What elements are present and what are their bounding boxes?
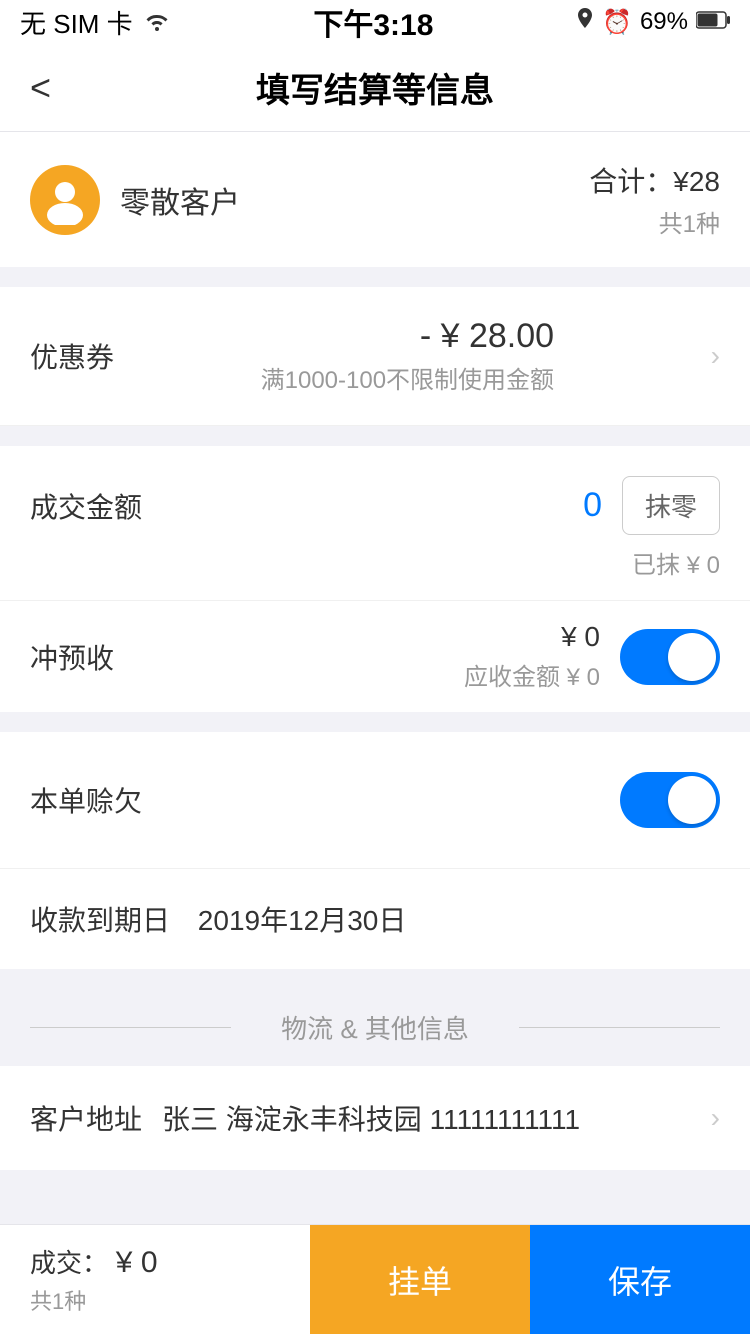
coupon-card: 优惠券 - ¥ 28.00 满1000-100不限制使用金额 ›	[0, 287, 750, 426]
coupon-sub: 满1000-100不限制使用金额	[261, 360, 554, 395]
customer-card: 零散客户 合计：¥28 共1种	[0, 132, 750, 267]
total-count: 共1种	[589, 204, 720, 239]
status-right: ⏰ 69%	[576, 8, 730, 37]
logistics-label: 物流 & 其他信息	[281, 1009, 469, 1046]
status-time: 下午3:18	[313, 0, 433, 44]
wifi-icon	[143, 7, 171, 38]
transaction-row: 成交金额 0 抹零	[0, 446, 750, 545]
round-off-button[interactable]: 抹零	[622, 476, 720, 535]
transaction-value: 0	[583, 486, 602, 525]
credit-card: 本单赊欠 收款到期日 2019年12月30日	[0, 732, 750, 969]
content: 零散客户 合计：¥28 共1种 优惠券 - ¥ 28.00 满1000-100不…	[0, 132, 750, 1310]
prepay-amount: ¥ 0	[464, 621, 600, 653]
bottom-deal-label: 成交：	[30, 1248, 108, 1278]
prepay-label: 冲预收	[30, 637, 114, 677]
credit-label: 本单赊欠	[30, 780, 142, 820]
transaction-right: 0 抹零	[583, 476, 720, 535]
address-card: 客户地址 张三 海淀永丰科技园 11111111111 ›	[0, 1066, 750, 1170]
nav-bar: < 填写结算等信息	[0, 44, 750, 132]
back-button[interactable]: <	[30, 67, 51, 109]
bottom-count: 共1种	[30, 1284, 280, 1316]
hold-button[interactable]: 挂单	[310, 1225, 530, 1334]
customer-left: 零散客户	[30, 165, 240, 235]
bottom-bar: 成交： ¥ 0 共1种 挂单 保存	[0, 1224, 750, 1334]
bottom-deal-row: 成交： ¥ 0	[30, 1243, 280, 1280]
prepay-sub: 应收金额 ¥ 0	[464, 657, 600, 692]
coupon-chevron-icon: ›	[711, 340, 720, 372]
address-label: 客户地址	[30, 1098, 142, 1138]
transaction-label: 成交金额	[30, 486, 142, 526]
coupon-discount: - ¥ 28.00	[261, 317, 554, 356]
coupon-right: - ¥ 28.00 满1000-100不限制使用金额	[261, 317, 554, 395]
location-icon	[576, 8, 594, 37]
coupon-label: 优惠券	[30, 336, 114, 376]
credit-row: 本单赊欠	[0, 732, 750, 868]
transaction-sub: 已抹 ¥ 0	[0, 545, 750, 600]
customer-right: 合计：¥28 共1种	[589, 160, 720, 239]
duedate-row: 收款到期日 2019年12月30日	[0, 868, 750, 969]
prepay-toggle[interactable]	[620, 629, 720, 685]
save-button[interactable]: 保存	[530, 1225, 750, 1334]
total-amount: 合计：¥28	[589, 160, 720, 200]
customer-row: 零散客户 合计：¥28 共1种	[0, 132, 750, 267]
customer-avatar	[30, 165, 100, 235]
address-value: 张三 海淀永丰科技园 11111111111	[162, 1098, 701, 1138]
address-row[interactable]: 客户地址 张三 海淀永丰科技园 11111111111 ›	[0, 1066, 750, 1170]
prepay-amounts: ¥ 0 应收金额 ¥ 0	[464, 621, 600, 692]
status-bar: 无 SIM 卡 下午3:18 ⏰ 69%	[0, 0, 750, 44]
duedate-value: 2019年12月30日	[198, 905, 407, 936]
prepay-row: 冲预收 ¥ 0 应收金额 ¥ 0	[0, 600, 750, 712]
carrier-label: 无 SIM 卡	[20, 4, 133, 41]
bottom-info: 成交： ¥ 0 共1种	[0, 1243, 310, 1316]
customer-name: 零散客户	[120, 178, 240, 222]
battery-label: 69%	[640, 8, 688, 36]
coupon-row[interactable]: 优惠券 - ¥ 28.00 满1000-100不限制使用金额 ›	[0, 287, 750, 426]
logistics-header: 物流 & 其他信息	[0, 989, 750, 1066]
battery-icon	[696, 8, 730, 36]
status-left: 无 SIM 卡	[20, 4, 171, 41]
duedate-label: 收款到期日	[30, 905, 170, 936]
alarm-icon: ⏰	[602, 8, 632, 37]
bottom-deal-amount: ¥ 0	[116, 1246, 158, 1279]
nav-title: 填写结算等信息	[256, 63, 494, 112]
person-icon	[40, 175, 90, 225]
address-chevron-icon: ›	[711, 1102, 720, 1134]
prepay-right: ¥ 0 应收金额 ¥ 0	[464, 621, 720, 692]
transaction-card: 成交金额 0 抹零 已抹 ¥ 0 冲预收 ¥ 0 应收金额 ¥ 0	[0, 446, 750, 712]
credit-toggle[interactable]	[620, 772, 720, 828]
